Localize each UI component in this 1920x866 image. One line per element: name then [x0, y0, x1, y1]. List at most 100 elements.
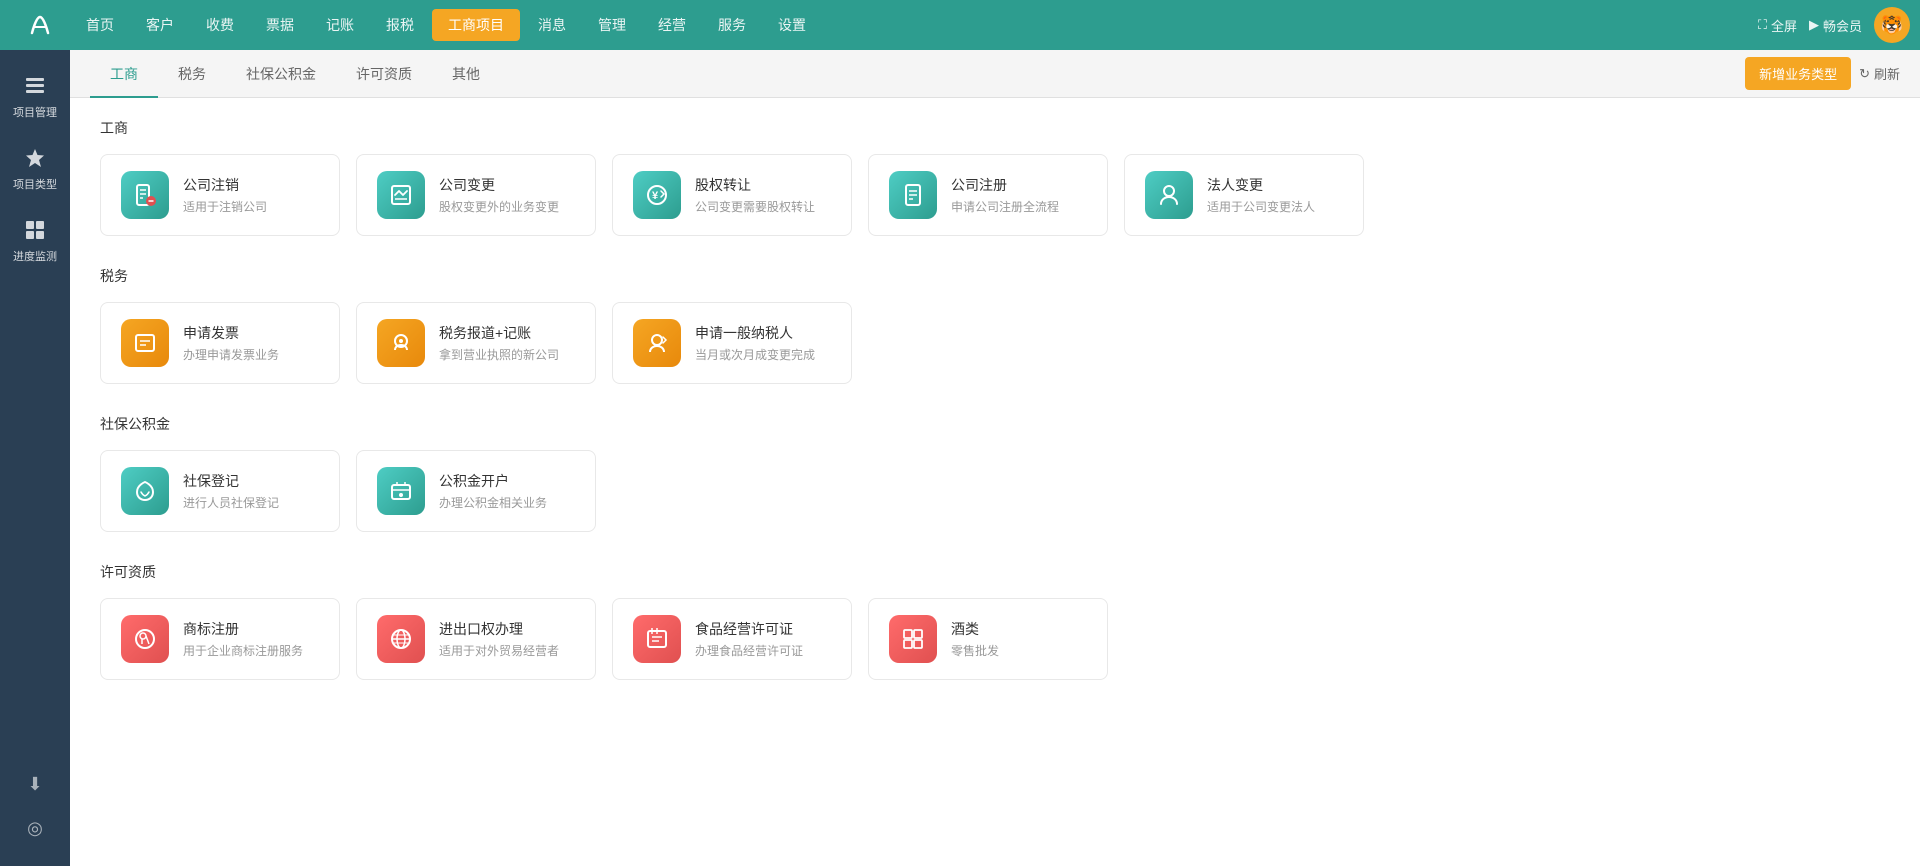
company-register-title: 公司注册: [951, 175, 1087, 195]
invoice-apply-desc: 办理申请发票业务: [183, 347, 319, 364]
card-wine[interactable]: 酒类 零售批发: [868, 598, 1108, 680]
tab-business[interactable]: 工商: [90, 50, 158, 98]
equity-transfer-title: 股权转让: [695, 175, 831, 195]
card-tax-account[interactable]: 税务报道+记账 拿到营业执照的新公司: [356, 302, 596, 384]
sidebar: 项目管理 项目类型 进度监测 ⬇ ◎: [0, 50, 70, 866]
cards-grid-shebao: 社保登记 进行人员社保登记: [100, 450, 1890, 532]
equity-transfer-info: 股权转让 公司变更需要股权转让: [695, 175, 831, 216]
company-register-desc: 申请公司注册全流程: [951, 199, 1087, 216]
nav-account[interactable]: 记账: [310, 0, 370, 50]
mascot-avatar[interactable]: 🐯: [1874, 7, 1910, 43]
download-icon-button[interactable]: ⬇: [17, 766, 53, 802]
nav-right: ⛶ 全屏 ▶ 畅会员 🐯: [1758, 7, 1910, 43]
sidebar-item-progress-monitor[interactable]: 进度监测: [0, 204, 70, 276]
legal-person-change-icon: [1145, 171, 1193, 219]
tax-account-icon: [377, 319, 425, 367]
nav-items: 首页 客户 收费 票据 记账 报税 工商项目 消息 管理 经营 服务 设置: [70, 0, 1758, 50]
sidebar-item-project-type[interactable]: 项目类型: [0, 132, 70, 204]
nav-client[interactable]: 客户: [130, 0, 190, 50]
food-license-desc: 办理食品经营许可证: [695, 643, 831, 660]
tab-social-insurance[interactable]: 社保公积金: [226, 50, 336, 98]
card-company-change[interactable]: 公司变更 股权变更外的业务变更: [356, 154, 596, 236]
section-title-shebao: 社保公积金: [100, 414, 1890, 434]
company-register-info: 公司注册 申请公司注册全流程: [951, 175, 1087, 216]
card-invoice-apply[interactable]: 申请发票 办理申请发票业务: [100, 302, 340, 384]
company-cancel-title: 公司注销: [183, 175, 319, 195]
trademark-desc: 用于企业商标注册服务: [183, 643, 319, 660]
card-company-cancel[interactable]: 公司注销 适用于注销公司: [100, 154, 340, 236]
nav-settings[interactable]: 设置: [762, 0, 822, 50]
tab-tax[interactable]: 税务: [158, 50, 226, 98]
company-change-info: 公司变更 股权变更外的业务变更: [439, 175, 575, 216]
cards-grid-xuke: 商标注册 用于企业商标注册服务: [100, 598, 1890, 680]
sidebar-label-project-type: 项目类型: [13, 176, 57, 192]
tax-account-title: 税务报道+记账: [439, 323, 575, 343]
nav-bill[interactable]: 票据: [250, 0, 310, 50]
nav-tax[interactable]: 报税: [370, 0, 430, 50]
invoice-apply-info: 申请发票 办理申请发票业务: [183, 323, 319, 364]
sidebar-item-project-management[interactable]: 项目管理: [0, 60, 70, 132]
wine-desc: 零售批发: [951, 643, 1087, 660]
new-type-button[interactable]: 新增业务类型: [1745, 57, 1851, 90]
cards-grid-gongshang: 公司注销 适用于注销公司 公司变更 股权变更外的业务变更: [100, 154, 1890, 236]
legal-person-change-title: 法人变更: [1207, 175, 1343, 195]
card-food-license[interactable]: 食品经营许可证 办理食品经营许可证: [612, 598, 852, 680]
sidebar-label-project-management: 项目管理: [13, 104, 57, 120]
company-cancel-desc: 适用于注销公司: [183, 199, 319, 216]
card-equity-transfer[interactable]: ¥ 股权转让 公司变更需要股权转让: [612, 154, 852, 236]
member-button[interactable]: ▶ 畅会员: [1809, 16, 1862, 35]
location-icon-button[interactable]: ◎: [17, 810, 53, 846]
tax-account-info: 税务报道+记账 拿到营业执照的新公司: [439, 323, 575, 364]
housing-fund-icon: [377, 467, 425, 515]
legal-person-change-info: 法人变更 适用于公司变更法人: [1207, 175, 1343, 216]
company-change-desc: 股权变更外的业务变更: [439, 199, 575, 216]
fullscreen-button[interactable]: ⛶ 全屏: [1758, 16, 1797, 35]
trademark-info: 商标注册 用于企业商标注册服务: [183, 619, 319, 660]
import-export-desc: 适用于对外贸易经营者: [439, 643, 575, 660]
nav-service[interactable]: 服务: [702, 0, 762, 50]
card-trademark[interactable]: 商标注册 用于企业商标注册服务: [100, 598, 340, 680]
wine-icon: [889, 615, 937, 663]
general-taxpayer-icon: [633, 319, 681, 367]
equity-transfer-icon: ¥: [633, 171, 681, 219]
fullscreen-label: 全屏: [1771, 16, 1797, 35]
nav-operate[interactable]: 经营: [642, 0, 702, 50]
refresh-button[interactable]: ↻ 刷新: [1859, 64, 1900, 83]
card-social-insurance[interactable]: 社保登记 进行人员社保登记: [100, 450, 340, 532]
fullscreen-icon: ⛶: [1758, 17, 1767, 33]
social-insurance-title: 社保登记: [183, 471, 319, 491]
food-license-title: 食品经营许可证: [695, 619, 831, 639]
trademark-title: 商标注册: [183, 619, 319, 639]
project-management-icon: [21, 72, 49, 100]
company-cancel-icon: [121, 171, 169, 219]
food-license-info: 食品经营许可证 办理食品经营许可证: [695, 619, 831, 660]
member-icon: ▶: [1809, 17, 1819, 33]
nav-business[interactable]: 工商项目: [432, 9, 520, 41]
tab-bar-actions: 新增业务类型 ↻ 刷新: [1745, 57, 1900, 90]
invoice-apply-icon: [121, 319, 169, 367]
company-cancel-info: 公司注销 适用于注销公司: [183, 175, 319, 216]
legal-person-change-desc: 适用于公司变更法人: [1207, 199, 1343, 216]
card-legal-person-change[interactable]: 法人变更 适用于公司变更法人: [1124, 154, 1364, 236]
card-housing-fund[interactable]: 公积金开户 办理公积金相关业务: [356, 450, 596, 532]
tab-license[interactable]: 许可资质: [336, 50, 432, 98]
nav-manage[interactable]: 管理: [582, 0, 642, 50]
general-taxpayer-title: 申请一般纳税人: [695, 323, 831, 343]
social-insurance-desc: 进行人员社保登记: [183, 495, 319, 512]
section-shuiwu: 税务 申请发票 办理申请发票业务: [100, 266, 1890, 384]
card-company-register[interactable]: 公司注册 申请公司注册全流程: [868, 154, 1108, 236]
import-export-info: 进出口权办理 适用于对外贸易经营者: [439, 619, 575, 660]
nav-message[interactable]: 消息: [522, 0, 582, 50]
housing-fund-info: 公积金开户 办理公积金相关业务: [439, 471, 575, 512]
card-general-taxpayer[interactable]: 申请一般纳税人 当月或次月成变更完成: [612, 302, 852, 384]
main-content: 工商 税务 社保公积金 许可资质 其他 新增业务类型 ↻ 刷新 工商: [70, 50, 1920, 866]
social-insurance-icon: [121, 467, 169, 515]
logo[interactable]: [10, 9, 70, 41]
nav-fee[interactable]: 收费: [190, 0, 250, 50]
tab-others[interactable]: 其他: [432, 50, 500, 98]
cards-grid-shuiwu: 申请发票 办理申请发票业务 税务报道+记账 拿到营业执照的新: [100, 302, 1890, 384]
card-import-export[interactable]: 进出口权办理 适用于对外贸易经营者: [356, 598, 596, 680]
import-export-icon: [377, 615, 425, 663]
nav-home[interactable]: 首页: [70, 0, 130, 50]
project-type-icon: [21, 144, 49, 172]
